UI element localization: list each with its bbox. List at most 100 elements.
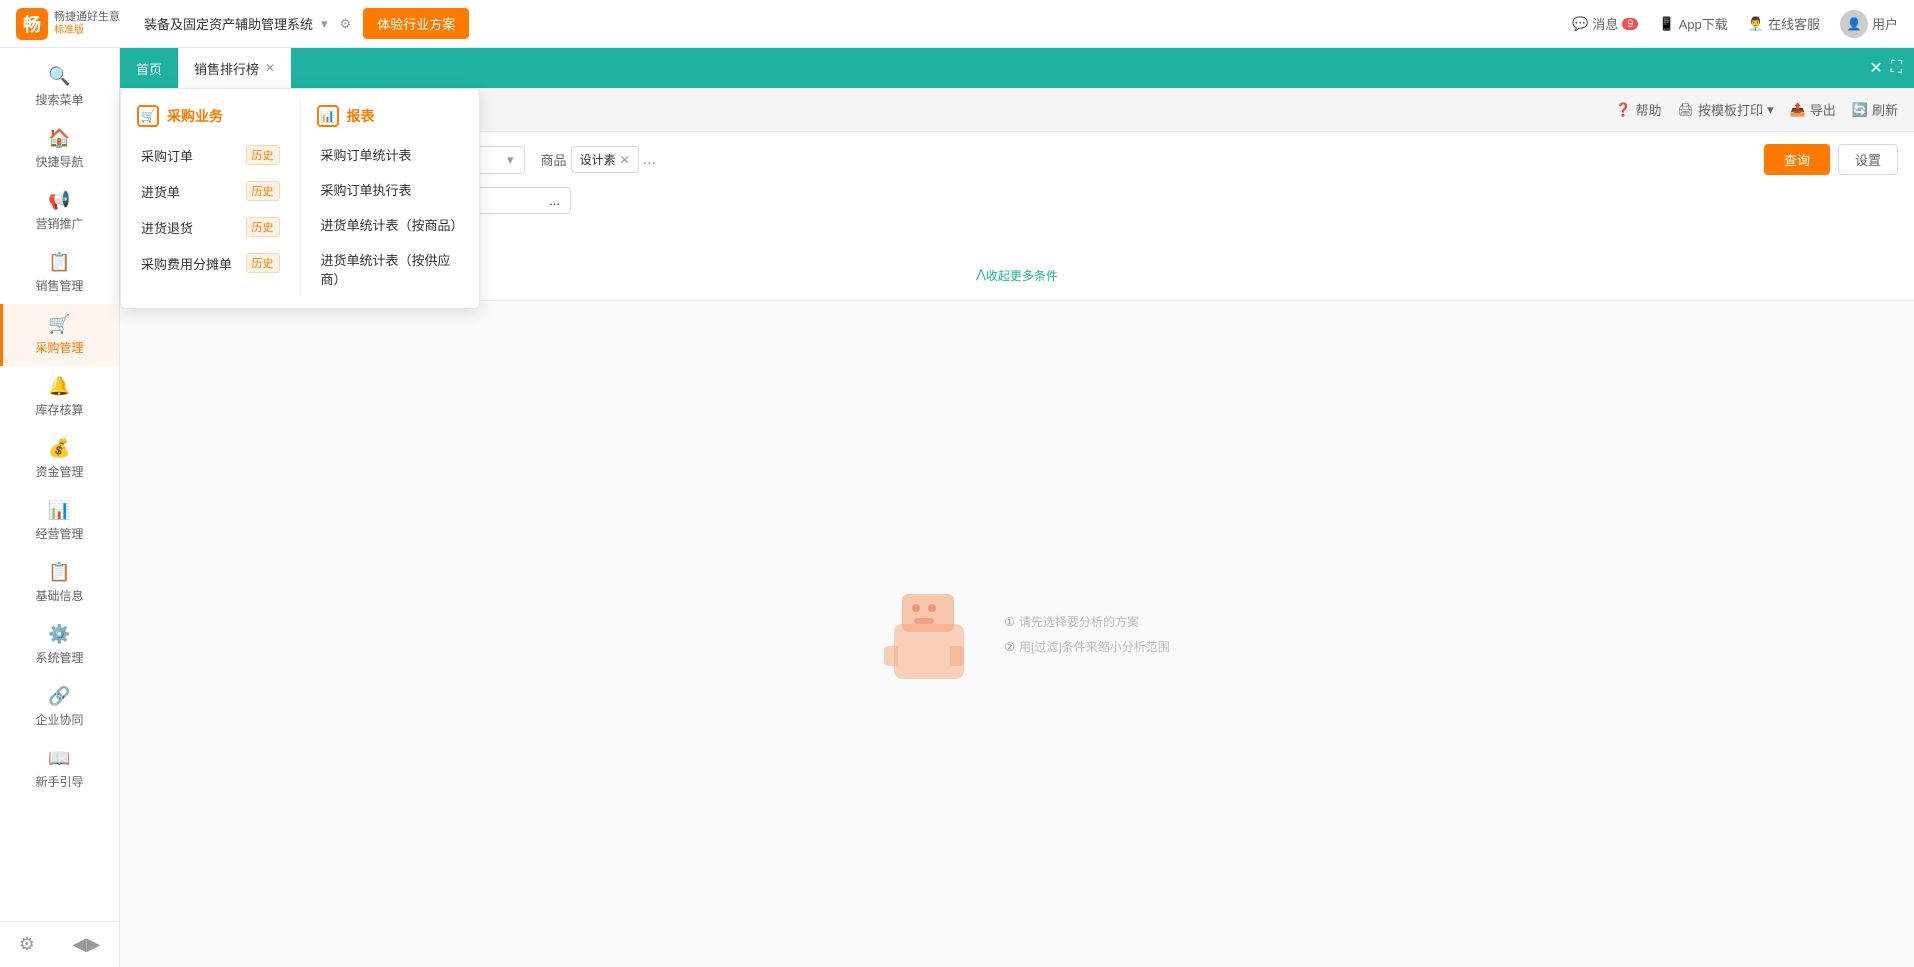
return-label: 进货退货 xyxy=(141,218,193,237)
report-col-icon: 📊 xyxy=(317,105,339,127)
sidebar-label-system: 系统管理 xyxy=(35,649,83,666)
sidebar-item-marketing[interactable]: 📢 营销推广 xyxy=(0,180,119,242)
hint2-text: 用[过滤]条件来缩小分析范围 xyxy=(1019,638,1170,655)
empty-hint-1: ① 请先选择要分析的方案 xyxy=(1004,613,1169,630)
cost-history[interactable]: 历史 xyxy=(246,253,280,273)
logo-line1: 畅捷通好生意 xyxy=(54,10,120,24)
dropdown-item-order-exec[interactable]: 采购订单执行表 xyxy=(309,172,472,207)
purchase-dropdown-menu: 🛒 采购业务 采购订单 历史 进货单 历史 进货退货 历史 采购费用分摊单 历史… xyxy=(120,88,480,309)
hint1-num: ① xyxy=(1004,615,1015,629)
incoming-history[interactable]: 历史 xyxy=(246,181,280,201)
sidebar-item-operation[interactable]: 📊 经营管理 xyxy=(0,490,119,552)
goods-tag-close[interactable]: ✕ xyxy=(620,153,630,167)
help-icon: ❓ xyxy=(1615,102,1631,118)
sidebar-label-basic: 基础信息 xyxy=(35,587,83,604)
industry-btn[interactable]: 体验行业方案 xyxy=(363,8,469,39)
purchase-icon: 🛒 xyxy=(48,314,70,335)
tab-close-window-icon[interactable]: ✕ xyxy=(1869,58,1882,78)
report-col: 📊 报表 采购订单统计表 采购订单执行表 进货单统计表（按商品） 进货单统计表（… xyxy=(301,101,480,296)
sidebar-item-purchase[interactable]: 🛒 采购管理 xyxy=(0,304,119,366)
help-label: 帮助 xyxy=(1636,100,1662,119)
query-btn[interactable]: 查询 xyxy=(1764,144,1830,175)
marketing-icon: 📢 xyxy=(48,190,70,211)
sidebar-item-search[interactable]: 🔍 搜索菜单 xyxy=(0,56,119,118)
sidebar-label-purchase: 采购管理 xyxy=(35,339,83,356)
user-btn[interactable]: 👤 用户 xyxy=(1840,10,1898,38)
cost-label: 采购费用分摊单 xyxy=(141,254,232,273)
dropdown-item-incoming-stat-goods[interactable]: 进货单统计表（按商品） xyxy=(309,207,472,242)
salesman-dots: ... xyxy=(549,193,560,208)
message-btn[interactable]: 💬 消息 9 xyxy=(1572,14,1638,33)
logo-icon: 畅 xyxy=(16,8,48,40)
sidebar-item-system[interactable]: ⚙️ 系统管理 xyxy=(0,614,119,676)
tab-home-label: 首页 xyxy=(136,59,162,78)
incoming-stat-goods-label: 进货单统计表（按商品） xyxy=(321,215,460,234)
tab-sales-rank[interactable]: 销售排行榜 ✕ xyxy=(178,48,291,88)
tab-bar: 首页 销售排行榜 ✕ ✕ ⛶ xyxy=(120,48,1914,88)
incoming-stat-supplier-label: 进货单统计表（按供应商） xyxy=(321,250,460,288)
sidebar-item-inventory[interactable]: 🔔 库存核算 xyxy=(0,366,119,428)
purchase-col-icon: 🛒 xyxy=(137,105,159,127)
goods-more-btn[interactable]: ... xyxy=(643,151,656,169)
dropdown-item-order-stat[interactable]: 采购订单统计表 xyxy=(309,137,472,172)
settings-bottom-icon[interactable]: ⚙ xyxy=(15,930,39,959)
purchase-order-history[interactable]: 历史 xyxy=(246,145,280,165)
print-dropdown-icon[interactable]: ▾ xyxy=(1767,102,1774,118)
sidebar-item-newbie[interactable]: 📖 新手引导 xyxy=(0,738,119,800)
message-badge: 9 xyxy=(1622,18,1638,30)
refresh-icon: 🔄 xyxy=(1852,102,1868,118)
newbie-icon: 📖 xyxy=(48,748,70,769)
topbar: 畅 畅捷通好生意 标准版 装备及固定资产辅助管理系统 ▾ ⚙ 体验行业方案 💬 … xyxy=(0,0,1914,48)
collapse-sidebar-icon[interactable]: ◀▶ xyxy=(69,930,105,959)
service-btn[interactable]: 👨‍💼 在线客服 xyxy=(1748,14,1820,33)
help-btn[interactable]: ❓ 帮助 xyxy=(1615,100,1661,119)
report-col-title-text: 报表 xyxy=(347,106,375,126)
setting-btn[interactable]: 设置 xyxy=(1838,144,1898,175)
refresh-btn[interactable]: 🔄 刷新 xyxy=(1852,100,1898,119)
sidebar-item-basic[interactable]: 📋 基础信息 xyxy=(0,552,119,614)
tab-sales-rank-label: 销售排行榜 xyxy=(194,59,259,78)
system-settings-icon[interactable]: ⚙ xyxy=(340,16,352,32)
dropdown-item-incoming-stat-supplier[interactable]: 进货单统计表（按供应商） xyxy=(309,242,472,296)
system-icon: ⚙️ xyxy=(48,624,70,645)
finance-icon: 💰 xyxy=(48,438,70,459)
sidebar-item-nav[interactable]: 🏠 快捷导航 xyxy=(0,118,119,180)
sidebar-label-finance: 资金管理 xyxy=(35,463,83,480)
sidebar: 🔍 搜索菜单 🏠 快捷导航 📢 营销推广 📋 销售管理 🛒 采购管理 🔔 库存核… xyxy=(0,48,120,967)
service-icon: 👨‍💼 xyxy=(1748,16,1764,32)
sidebar-label-operation: 经营管理 xyxy=(35,525,83,542)
app-icon: 📱 xyxy=(1658,16,1674,32)
app-download-btn[interactable]: 📱 App下载 xyxy=(1658,14,1727,33)
dropdown-item-cost[interactable]: 采购费用分摊单 历史 xyxy=(129,245,292,281)
tab-close-icon[interactable]: ✕ xyxy=(265,61,275,75)
operation-icon: 📊 xyxy=(48,500,70,521)
goods-label: 商品 xyxy=(541,150,567,169)
enterprise-icon: 🔗 xyxy=(48,686,70,707)
print-btn[interactable]: 🖨 按模板打印 ▾ xyxy=(1678,100,1774,119)
dropdown-item-purchase-order[interactable]: 采购订单 历史 xyxy=(129,137,292,173)
incoming-label: 进货单 xyxy=(141,182,180,201)
tab-bar-right: ✕ ⛶ xyxy=(1869,48,1914,88)
user-avatar: 👤 xyxy=(1840,10,1868,38)
single-status-dropdown: ▾ xyxy=(507,152,514,168)
sidebar-item-enterprise[interactable]: 🔗 企业协同 xyxy=(0,676,119,738)
export-btn[interactable]: 📤 导出 xyxy=(1790,100,1836,119)
collapse-icon: ⋀ xyxy=(976,267,986,284)
export-icon: 📤 xyxy=(1790,102,1806,118)
empty-text-area: ① 请先选择要分析的方案 ② 用[过滤]条件来缩小分析范围 xyxy=(1004,613,1169,655)
sidebar-item-sales[interactable]: 📋 销售管理 xyxy=(0,242,119,304)
tab-home[interactable]: 首页 xyxy=(120,48,178,88)
goods-tag[interactable]: 设计素 ✕ xyxy=(571,146,639,173)
sidebar-label-newbie: 新手引导 xyxy=(35,773,83,790)
sidebar-item-finance[interactable]: 💰 资金管理 xyxy=(0,428,119,490)
return-history[interactable]: 历史 xyxy=(246,217,280,237)
empty-illustration xyxy=(864,584,984,684)
user-label: 用户 xyxy=(1872,14,1898,33)
empty-state: ① 请先选择要分析的方案 ② 用[过滤]条件来缩小分析范围 xyxy=(864,584,1169,684)
sidebar-label-enterprise: 企业协同 xyxy=(35,711,83,728)
system-dropdown-arrow[interactable]: ▾ xyxy=(321,16,328,32)
dropdown-item-incoming[interactable]: 进货单 历史 xyxy=(129,173,292,209)
tab-maximize-icon[interactable]: ⛶ xyxy=(1891,59,1902,77)
dropdown-item-return[interactable]: 进货退货 历史 xyxy=(129,209,292,245)
print-icon: 🖨 xyxy=(1678,102,1695,118)
